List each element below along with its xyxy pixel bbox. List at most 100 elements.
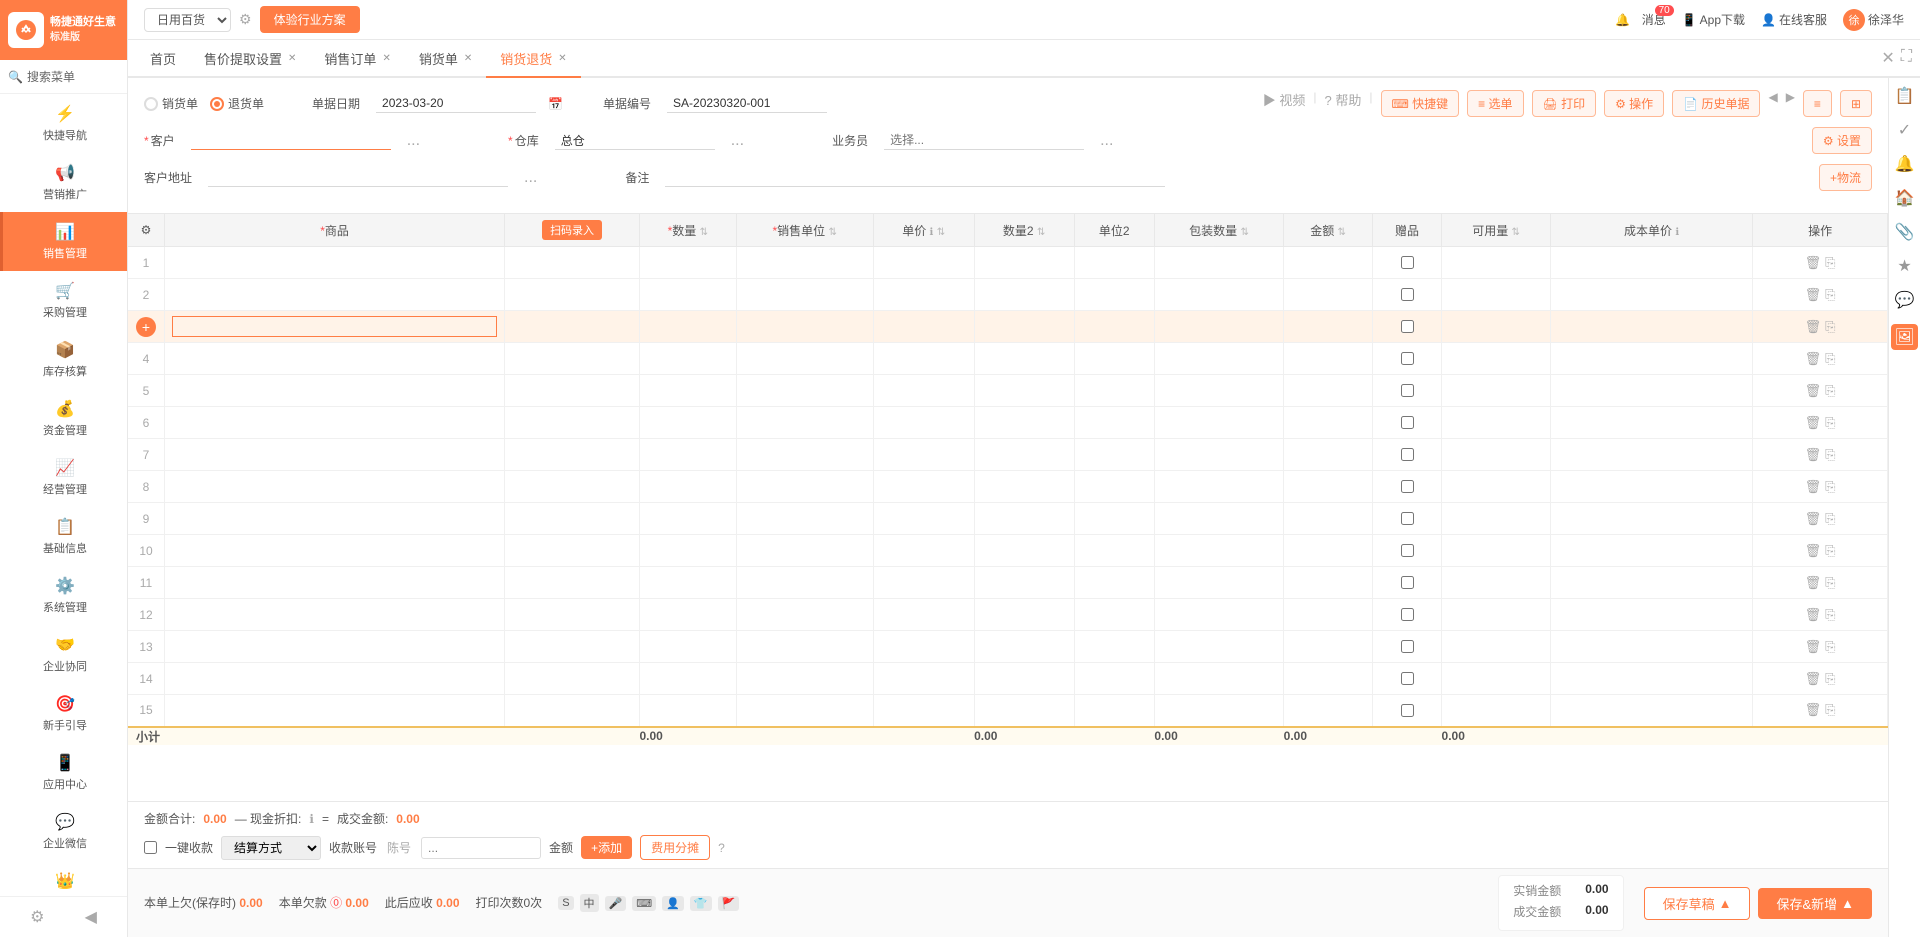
sidebar-item-system[interactable]: ⚙️ 系统管理 <box>0 566 127 625</box>
right-panel-image[interactable]: 🖼 <box>1891 324 1917 350</box>
gift-cell-active[interactable] <box>1372 311 1441 343</box>
cost-cell[interactable] <box>1551 631 1753 663</box>
avail-cell[interactable] <box>1442 695 1551 727</box>
delete-row-btn[interactable]: 🗑 <box>1805 639 1822 655</box>
qty-cell[interactable] <box>639 663 736 695</box>
copy-row-btn[interactable]: ⎘ <box>1825 607 1835 623</box>
sidebar-search[interactable]: 🔍 搜索菜单 <box>0 60 127 94</box>
app-download[interactable]: 📱 App下载 <box>1682 11 1745 28</box>
unit-cell[interactable] <box>736 631 873 663</box>
tab-price-setting[interactable]: 售价提取设置 ✕ <box>190 41 310 78</box>
unit2-cell[interactable] <box>1074 503 1154 535</box>
cost-cell[interactable] <box>1551 247 1753 279</box>
qty2-cell-active[interactable] <box>974 311 1074 343</box>
copy-row-btn[interactable]: ⎘ <box>1825 351 1835 367</box>
sidebar-item-operations[interactable]: 📈 经营管理 <box>0 448 127 507</box>
price-cell[interactable] <box>873 375 974 407</box>
unit-cell[interactable] <box>736 247 873 279</box>
product-cell[interactable] <box>165 343 505 375</box>
cost-cell[interactable] <box>1551 407 1753 439</box>
unit-cell[interactable] <box>736 375 873 407</box>
tab-sales-return[interactable]: 销货退货 ✕ <box>486 41 580 78</box>
copy-row-btn[interactable]: ⎘ <box>1825 255 1835 271</box>
gift-checkbox[interactable] <box>1401 480 1414 493</box>
gift-checkbox[interactable] <box>1401 608 1414 621</box>
unit-cell[interactable] <box>736 471 873 503</box>
amount-cell[interactable] <box>1284 471 1373 503</box>
th-gear[interactable]: ⚙ <box>128 214 165 247</box>
pack-cell[interactable] <box>1154 663 1283 695</box>
avail-cell[interactable] <box>1442 247 1551 279</box>
unit2-cell[interactable] <box>1074 567 1154 599</box>
pack-cell[interactable] <box>1154 407 1283 439</box>
calendar-icon[interactable]: 📅 <box>548 97 563 111</box>
right-panel-chat[interactable]: 💬 <box>1895 290 1915 310</box>
qty-cell[interactable] <box>639 471 736 503</box>
copy-row-btn[interactable]: ⎘ <box>1825 671 1835 687</box>
avail-cell[interactable] <box>1442 471 1551 503</box>
date-input[interactable] <box>376 94 536 113</box>
warehouse-input[interactable] <box>555 131 715 150</box>
pack-cell[interactable] <box>1154 279 1283 311</box>
cost-cell[interactable] <box>1551 439 1753 471</box>
price-cell[interactable] <box>873 439 974 471</box>
gift-cell[interactable] <box>1372 535 1441 567</box>
sidebar-item-purchase[interactable]: 🛒 采购管理 <box>0 271 127 330</box>
unit2-cell[interactable] <box>1074 343 1154 375</box>
online-support[interactable]: 👤 在线客服 <box>1761 11 1827 28</box>
qty-sort-icon[interactable]: ⇅ <box>700 227 708 238</box>
qty-cell[interactable] <box>639 631 736 663</box>
pack-cell-active[interactable] <box>1154 311 1283 343</box>
history-btn[interactable]: 📄 历史单据 <box>1672 90 1760 117</box>
amount-cell[interactable] <box>1284 503 1373 535</box>
delete-row-btn[interactable]: 🗑 <box>1805 479 1822 495</box>
cost-cell[interactable] <box>1551 663 1753 695</box>
qty2-cell[interactable] <box>974 471 1074 503</box>
radio-sales[interactable]: 销货单 <box>144 95 198 112</box>
avail-cell[interactable] <box>1442 343 1551 375</box>
doc-num-input[interactable] <box>667 94 827 113</box>
add-btn[interactable]: +添加 <box>581 836 632 859</box>
qty2-cell[interactable] <box>974 343 1074 375</box>
cost-cell[interactable] <box>1551 535 1753 567</box>
price-cell[interactable] <box>873 247 974 279</box>
qty-cell[interactable] <box>639 439 736 471</box>
price-cell-active[interactable] <box>873 311 974 343</box>
price-cell[interactable] <box>873 279 974 311</box>
remark-input[interactable] <box>665 168 1165 187</box>
sidebar-item-enterprise[interactable]: 🤝 企业协同 <box>0 625 127 684</box>
gift-checkbox[interactable] <box>1401 704 1414 717</box>
avail-sort-icon[interactable]: ⇅ <box>1512 227 1520 238</box>
price-cell[interactable] <box>873 599 974 631</box>
qty2-cell[interactable] <box>974 663 1074 695</box>
product-cell[interactable] <box>165 439 505 471</box>
amount-sort-icon[interactable]: ⇅ <box>1338 227 1346 238</box>
daily-goods-select[interactable]: 日用百货 <box>144 8 231 32</box>
warehouse-dots[interactable]: ... <box>727 132 748 150</box>
unit-cell[interactable] <box>736 439 873 471</box>
unit-cell[interactable] <box>736 535 873 567</box>
unit2-cell[interactable] <box>1074 599 1154 631</box>
price-info-icon[interactable]: ℹ <box>930 227 934 238</box>
pack-cell[interactable] <box>1154 375 1283 407</box>
delete-row-btn[interactable]: 🗑 <box>1805 319 1822 335</box>
pack-cell[interactable] <box>1154 695 1283 727</box>
right-panel-check[interactable]: ✓ <box>1898 120 1911 140</box>
address-input[interactable] <box>208 168 508 187</box>
amount-cell[interactable] <box>1284 343 1373 375</box>
amount-cell[interactable] <box>1284 599 1373 631</box>
gift-checkbox[interactable] <box>1401 512 1414 525</box>
right-panel-checklist[interactable]: 📋 <box>1895 86 1915 106</box>
cost-cell[interactable] <box>1551 471 1753 503</box>
kb-icon[interactable]: ⌨ <box>632 896 656 911</box>
unit2-cell[interactable] <box>1074 439 1154 471</box>
th-barcode[interactable]: 扫码录入 <box>505 214 640 247</box>
pack-cell[interactable] <box>1154 439 1283 471</box>
gift-checkbox[interactable] <box>1401 576 1414 589</box>
qty-cell[interactable] <box>639 247 736 279</box>
pack-sort-icon[interactable]: ⇅ <box>1241 227 1249 238</box>
avail-cell[interactable] <box>1442 375 1551 407</box>
cn-icon[interactable]: 中 <box>580 894 599 912</box>
product-cell[interactable] <box>165 535 505 567</box>
avail-cell[interactable] <box>1442 599 1551 631</box>
